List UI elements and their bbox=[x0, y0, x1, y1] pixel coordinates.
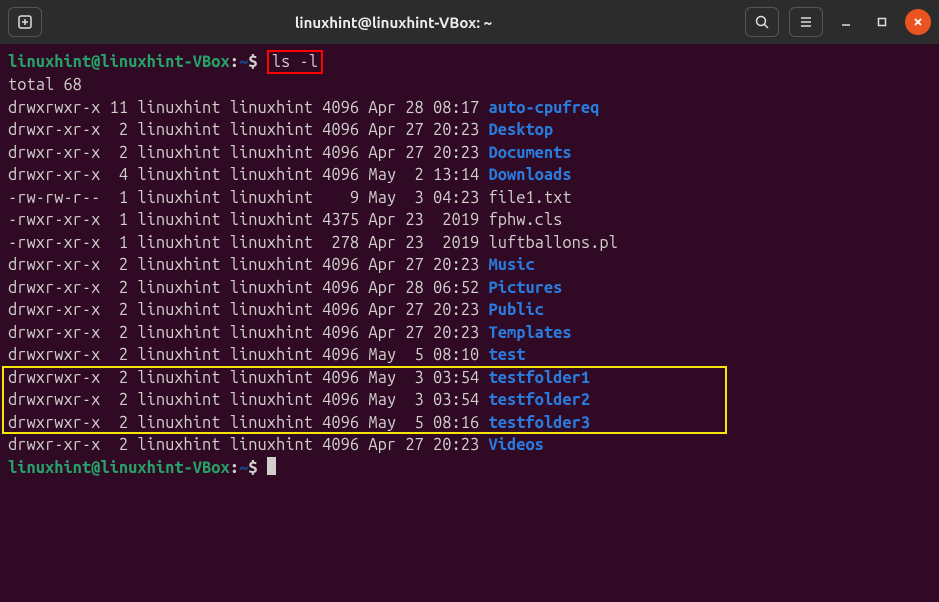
entry-name: fphw.cls bbox=[488, 211, 562, 229]
prompt-separator: : bbox=[230, 53, 239, 71]
ls-entry: drwxrwxr-x 2 linuxhint linuxhint 4096 Ma… bbox=[8, 344, 931, 367]
command-highlight: ls -l bbox=[267, 50, 323, 74]
window-title: linuxhint@linuxhint-VBox: ~ bbox=[50, 14, 737, 31]
ls-entry: -rw-rw-r-- 1 linuxhint linuxhint 9 May 3… bbox=[8, 187, 931, 210]
ls-entry: drwxr-xr-x 2 linuxhint linuxhint 4096 Ap… bbox=[8, 254, 931, 277]
minimize-button[interactable] bbox=[833, 9, 859, 35]
search-icon bbox=[754, 14, 770, 30]
prompt-user-host: linuxhint@linuxhint-VBox bbox=[8, 459, 230, 477]
entry-name: Downloads bbox=[488, 166, 571, 184]
ls-entry: drwxrwxr-x 2 linuxhint linuxhint 4096 Ma… bbox=[8, 412, 931, 435]
terminal-window: linuxhint@linuxhint-VBox: ~ bbox=[0, 0, 939, 602]
entry-name: test bbox=[488, 346, 525, 364]
titlebar: linuxhint@linuxhint-VBox: ~ bbox=[0, 0, 939, 44]
ls-entry: drwxr-xr-x 2 linuxhint linuxhint 4096 Ap… bbox=[8, 277, 931, 300]
entry-name: testfolder1 bbox=[488, 369, 590, 387]
close-button[interactable] bbox=[905, 9, 931, 35]
entry-name: Templates bbox=[488, 324, 571, 342]
cursor bbox=[267, 457, 276, 475]
entry-name: Public bbox=[488, 301, 543, 319]
ls-entry: drwxr-xr-x 2 linuxhint linuxhint 4096 Ap… bbox=[8, 119, 931, 142]
ls-entry: drwxr-xr-x 2 linuxhint linuxhint 4096 Ap… bbox=[8, 299, 931, 322]
ls-entry: -rwxr-xr-x 1 linuxhint linuxhint 278 Apr… bbox=[8, 232, 931, 255]
ls-entry: -rwxr-xr-x 1 linuxhint linuxhint 4375 Ap… bbox=[8, 209, 931, 232]
prompt-path: ~ bbox=[239, 459, 248, 477]
prompt-path: ~ bbox=[239, 53, 248, 71]
entry-name: Pictures bbox=[488, 279, 562, 297]
search-button[interactable] bbox=[745, 7, 779, 37]
terminal-content[interactable]: linuxhint@linuxhint-VBox:~$ ls -ltotal 6… bbox=[0, 44, 939, 602]
prompt-symbol: $ bbox=[248, 53, 266, 71]
hamburger-icon bbox=[798, 14, 814, 30]
new-tab-icon bbox=[17, 14, 33, 30]
prompt-line: linuxhint@linuxhint-VBox:~$ bbox=[8, 457, 931, 480]
ls-entry: drwxr-xr-x 2 linuxhint linuxhint 4096 Ap… bbox=[8, 142, 931, 165]
ls-entry: drwxr-xr-x 2 linuxhint linuxhint 4096 Ap… bbox=[8, 322, 931, 345]
new-tab-button[interactable] bbox=[8, 7, 42, 37]
entry-name: auto-cpufreq bbox=[488, 99, 599, 117]
prompt-user-host: linuxhint@linuxhint-VBox bbox=[8, 53, 230, 71]
ls-entry: drwxrwxr-x 2 linuxhint linuxhint 4096 Ma… bbox=[8, 389, 931, 412]
entry-name: testfolder3 bbox=[488, 414, 590, 432]
close-icon bbox=[912, 16, 924, 28]
total-line: total 68 bbox=[8, 74, 931, 97]
entry-name: Documents bbox=[488, 144, 571, 162]
entry-name: Videos bbox=[488, 436, 543, 454]
ls-entry: drwxrwxr-x 2 linuxhint linuxhint 4096 Ma… bbox=[8, 367, 931, 390]
entry-name: Desktop bbox=[488, 121, 553, 139]
ls-entry: drwxrwxr-x 11 linuxhint linuxhint 4096 A… bbox=[8, 97, 931, 120]
entry-name: luftballons.pl bbox=[488, 234, 617, 252]
entry-name: Music bbox=[488, 256, 534, 274]
menu-button[interactable] bbox=[789, 7, 823, 37]
entry-name: file1.txt bbox=[488, 189, 571, 207]
command-line: linuxhint@linuxhint-VBox:~$ ls -l bbox=[8, 50, 931, 74]
prompt-separator: : bbox=[230, 459, 239, 477]
entry-name: testfolder2 bbox=[488, 391, 590, 409]
ls-entry: drwxr-xr-x 4 linuxhint linuxhint 4096 Ma… bbox=[8, 164, 931, 187]
maximize-button[interactable] bbox=[869, 9, 895, 35]
prompt-symbol: $ bbox=[248, 459, 266, 477]
maximize-icon bbox=[876, 16, 888, 28]
minimize-icon bbox=[840, 16, 852, 28]
ls-entry: drwxr-xr-x 2 linuxhint linuxhint 4096 Ap… bbox=[8, 434, 931, 457]
